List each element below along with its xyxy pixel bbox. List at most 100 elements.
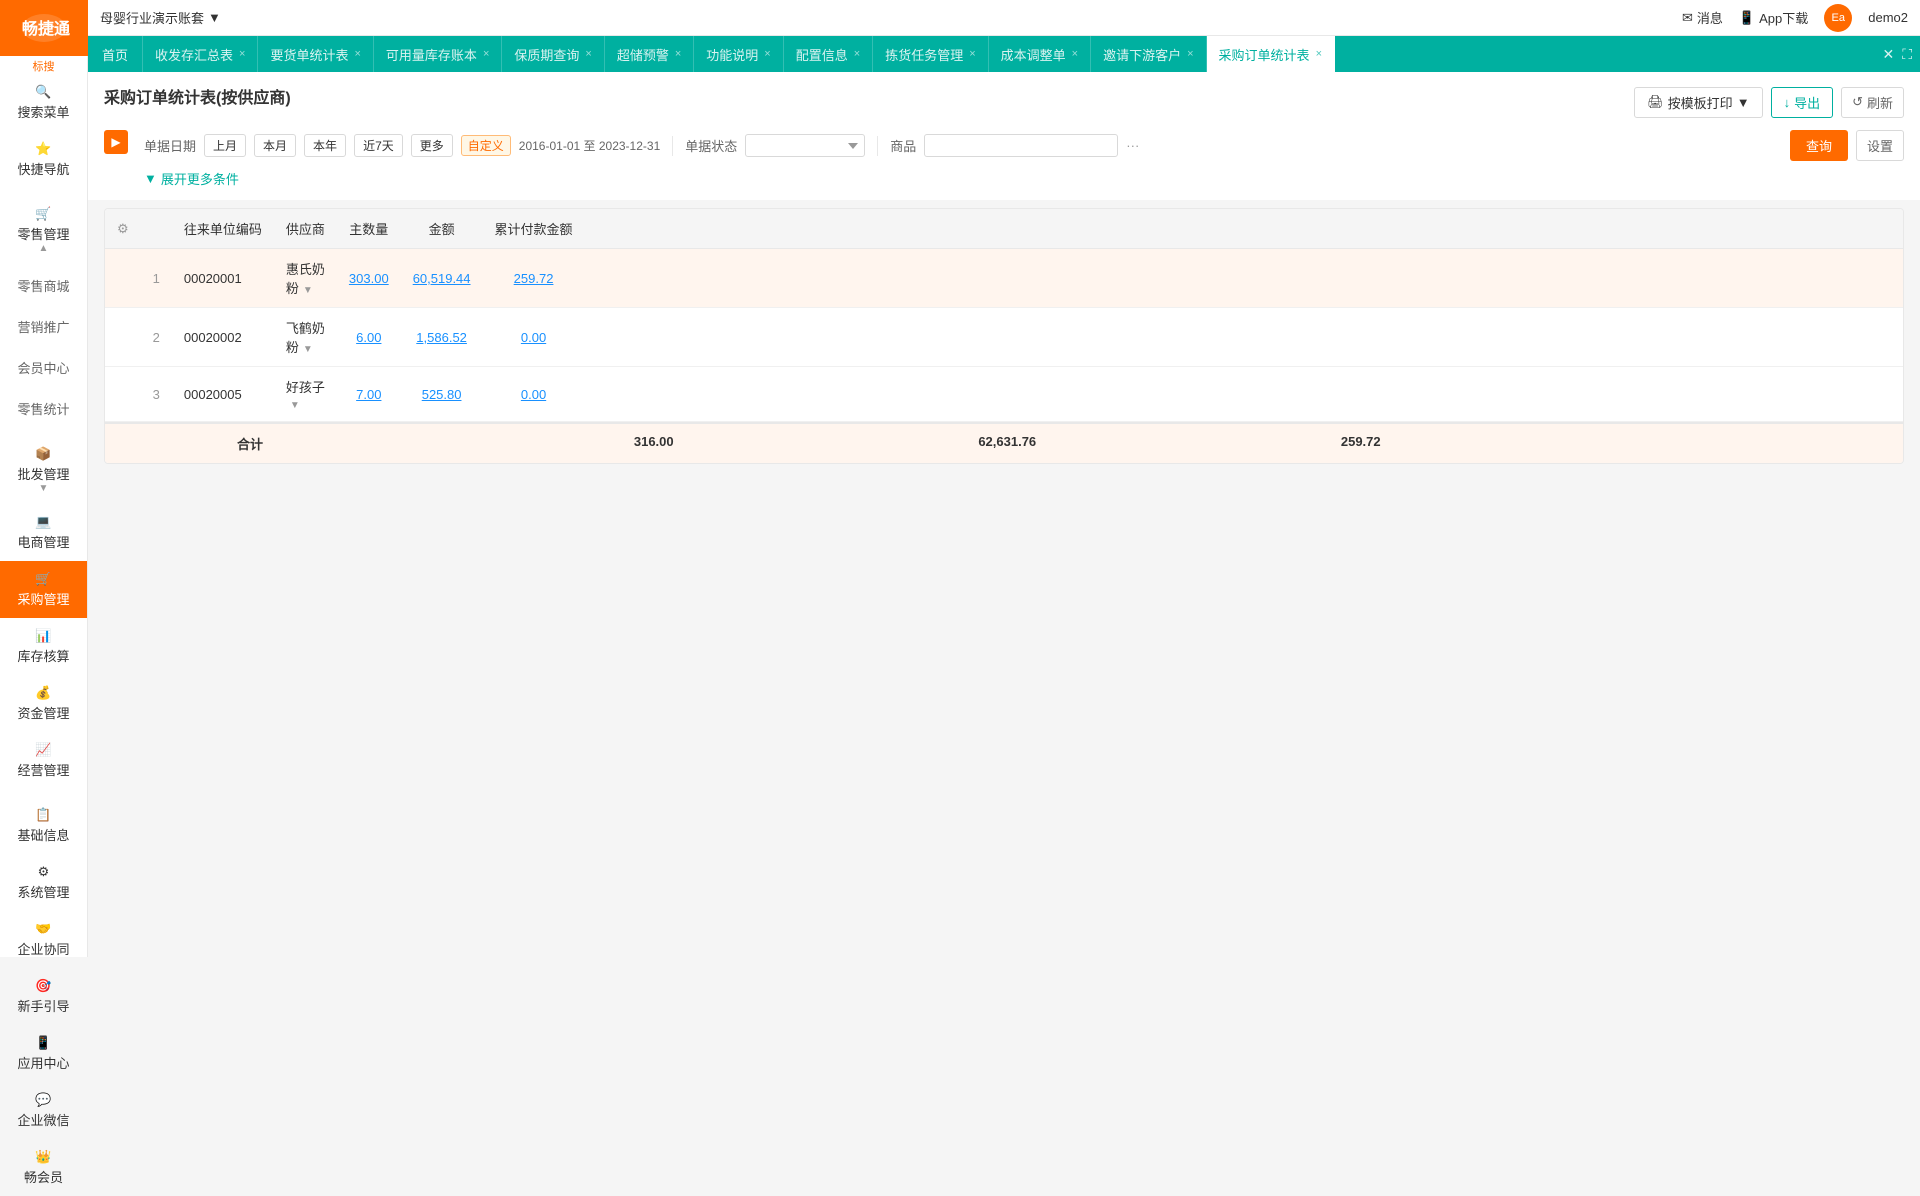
tab-available-stock[interactable]: 可用量库存账本 × <box>374 36 502 72</box>
sidebar-item-vip[interactable]: 👑 畅会员 <box>0 1139 87 1196</box>
tab-close-all-icon[interactable]: ✕ <box>1882 46 1894 63</box>
tab-invite-downstream[interactable]: 邀请下游客户 × <box>1091 36 1206 72</box>
tab-cost-adjust[interactable]: 成本调整单 × <box>989 36 1091 72</box>
sidebar-item-member[interactable]: 会员中心 <box>0 346 87 387</box>
sidebar-item-quicknav[interactable]: ⭐ 快捷导航 <box>0 131 87 188</box>
tab-function-desc-close-icon[interactable]: × <box>764 48 770 60</box>
tab-collect-dispatch-close-icon[interactable]: × <box>239 48 245 60</box>
tab-config-info[interactable]: 配置信息 × <box>784 36 873 72</box>
sidebar-item-retail[interactable]: 🛒 零售管理 ▲ <box>0 196 87 264</box>
sidebar-item-retail-mall-label: 零售商城 <box>17 276 69 295</box>
sidebar-item-enterprise[interactable]: 🤝 企业协同 <box>0 911 87 968</box>
sidebar-item-inventory[interactable]: 📊 库存核算 <box>0 618 87 675</box>
expand-conditions-button[interactable]: ▼ 展开更多条件 <box>144 169 239 188</box>
col-settings-header[interactable]: ⚙ <box>105 209 141 249</box>
sidebar-item-inventory-label: 库存核算 <box>17 646 69 665</box>
row-index-cell: 3 <box>141 367 172 422</box>
col-paid-header: 累计付款金额 <box>483 209 585 249</box>
operations-icon: 📈 <box>35 742 51 758</box>
tab-function-desc-label: 功能说明 <box>706 45 758 64</box>
row-qty-cell[interactable]: 6.00 <box>337 308 401 367</box>
date-range-display: 2016-01-01 至 2023-12-31 <box>519 137 660 154</box>
status-filter-label: 单据状态 <box>685 136 737 155</box>
row-paid-cell[interactable]: 0.00 <box>483 367 585 422</box>
sidebar-item-basic[interactable]: 📋 基础信息 <box>0 797 87 854</box>
date-this-month-button[interactable]: 本月 <box>254 134 296 157</box>
col-qty-header: 主数量 <box>337 209 401 249</box>
sidebar-item-newbie[interactable]: 🎯 新手引导 <box>0 968 87 1025</box>
sidebar-item-marketing[interactable]: 营销推广 <box>0 305 87 346</box>
sidebar-item-appstore[interactable]: 📱 应用中心 <box>0 1025 87 1082</box>
sidebar-item-operations[interactable]: 📈 经营管理 <box>0 732 87 789</box>
app-download-button[interactable]: 📱 App下载 <box>1739 8 1808 27</box>
tab-pick-task-close-icon[interactable]: × <box>969 48 975 60</box>
row-paid-cell[interactable]: 259.72 <box>483 249 585 308</box>
vip-icon: 👑 <box>35 1149 51 1165</box>
row-amount-cell[interactable]: 1,586.52 <box>401 308 483 367</box>
row-paid-cell[interactable]: 0.00 <box>483 308 585 367</box>
avatar[interactable]: Ea <box>1824 4 1852 32</box>
tab-purchase-stats[interactable]: 采购订单统计表 × <box>1207 36 1335 72</box>
tab-cost-adjust-close-icon[interactable]: × <box>1072 48 1078 60</box>
query-button[interactable]: 查询 <box>1790 130 1848 161</box>
tab-cost-adjust-label: 成本调整单 <box>1001 45 1066 64</box>
row-extra-cell <box>585 308 1903 367</box>
date-7days-button[interactable]: 近7天 <box>354 134 403 157</box>
date-more-button[interactable]: 更多 <box>411 134 453 157</box>
tab-purchase-stats-close-icon[interactable]: × <box>1316 48 1322 60</box>
settings-button[interactable]: 设置 <box>1856 130 1904 161</box>
sidebar-item-wholesale[interactable]: 📦 批发管理 ▼ <box>0 436 87 504</box>
date-this-year-button[interactable]: 本年 <box>304 134 346 157</box>
tab-function-desc[interactable]: 功能说明 × <box>694 36 783 72</box>
tab-invite-downstream-close-icon[interactable]: × <box>1187 48 1193 60</box>
tab-demand-stats-label: 要货单统计表 <box>270 45 348 64</box>
goods-input[interactable] <box>924 134 1118 157</box>
username[interactable]: demo2 <box>1868 10 1908 25</box>
tab-demand-stats[interactable]: 要货单统计表 × <box>258 36 373 72</box>
date-last-month-button[interactable]: 上月 <box>204 134 246 157</box>
tab-maximize-icon[interactable]: ⛶ <box>1902 46 1912 63</box>
row-qty-cell[interactable]: 7.00 <box>337 367 401 422</box>
sidebar-item-wechat[interactable]: 💬 企业微信 <box>0 1082 87 1139</box>
tab-collect-dispatch[interactable]: 收发存汇总表 × <box>143 36 258 72</box>
account-selector[interactable]: 母婴行业演示账套 ▼ <box>100 8 221 27</box>
sidebar-item-system[interactable]: ⚙ 系统管理 <box>0 854 87 911</box>
status-select[interactable] <box>745 134 865 157</box>
sidebar-item-finance[interactable]: 💰 资金管理 <box>0 675 87 732</box>
tab-available-stock-close-icon[interactable]: × <box>483 48 489 60</box>
tab-shelf-life-close-icon[interactable]: × <box>585 48 591 60</box>
tab-purchase-stats-label: 采购订单统计表 <box>1219 45 1310 64</box>
message-button[interactable]: ✉ 消息 <box>1682 8 1723 27</box>
export-icon: ↓ <box>1784 95 1791 110</box>
refresh-button[interactable]: ↺ 刷新 <box>1841 87 1904 118</box>
sidebar-item-retail-stats[interactable]: 零售统计 <box>0 387 87 428</box>
tab-overstock-warning[interactable]: 超储预警 × <box>605 36 694 72</box>
row-qty-cell[interactable]: 303.00 <box>337 249 401 308</box>
tab-overstock-warning-close-icon[interactable]: × <box>675 48 681 60</box>
row-amount-cell[interactable]: 525.80 <box>401 367 483 422</box>
sidebar-item-retail-mall[interactable]: 零售商城 <box>0 264 87 305</box>
row-code-cell: 00020002 <box>172 308 274 367</box>
tab-config-info-close-icon[interactable]: × <box>854 48 860 60</box>
sidebar-item-search[interactable]: 🔍 搜索菜单 <box>0 74 87 131</box>
sidebar-item-purchase[interactable]: 🛒 采购管理 <box>0 561 87 618</box>
sidebar-item-quicknav-label: 快捷导航 <box>17 159 69 178</box>
export-button[interactable]: ↓ 导出 <box>1771 87 1834 118</box>
sidebar-item-member-label: 会员中心 <box>17 358 69 377</box>
sidebar-item-purchase-label: 采购管理 <box>17 589 69 608</box>
row-amount-cell[interactable]: 60,519.44 <box>401 249 483 308</box>
tab-demand-stats-close-icon[interactable]: × <box>354 48 360 60</box>
tab-home[interactable]: 首页 <box>88 36 143 72</box>
app-logo[interactable]: 畅捷通 <box>0 0 88 56</box>
tab-shelf-life[interactable]: 保质期查询 × <box>502 36 604 72</box>
sidebar-item-appstore-label: 应用中心 <box>17 1053 69 1072</box>
sidebar-item-ecommerce[interactable]: 💻 电商管理 <box>0 504 87 561</box>
goods-more-icon[interactable]: ··· <box>1126 138 1139 153</box>
filter-toggle-button[interactable]: ▶ <box>104 130 128 154</box>
quicknav-icon: ⭐ <box>35 141 51 157</box>
tab-pick-task[interactable]: 拣货任务管理 × <box>873 36 988 72</box>
message-label: 消息 <box>1697 8 1723 27</box>
col-supplier-header: 供应商 <box>274 209 337 249</box>
print-button[interactable]: 🖨 按模板打印 ▼ <box>1634 87 1762 118</box>
app-download-icon: 📱 <box>1739 10 1755 26</box>
